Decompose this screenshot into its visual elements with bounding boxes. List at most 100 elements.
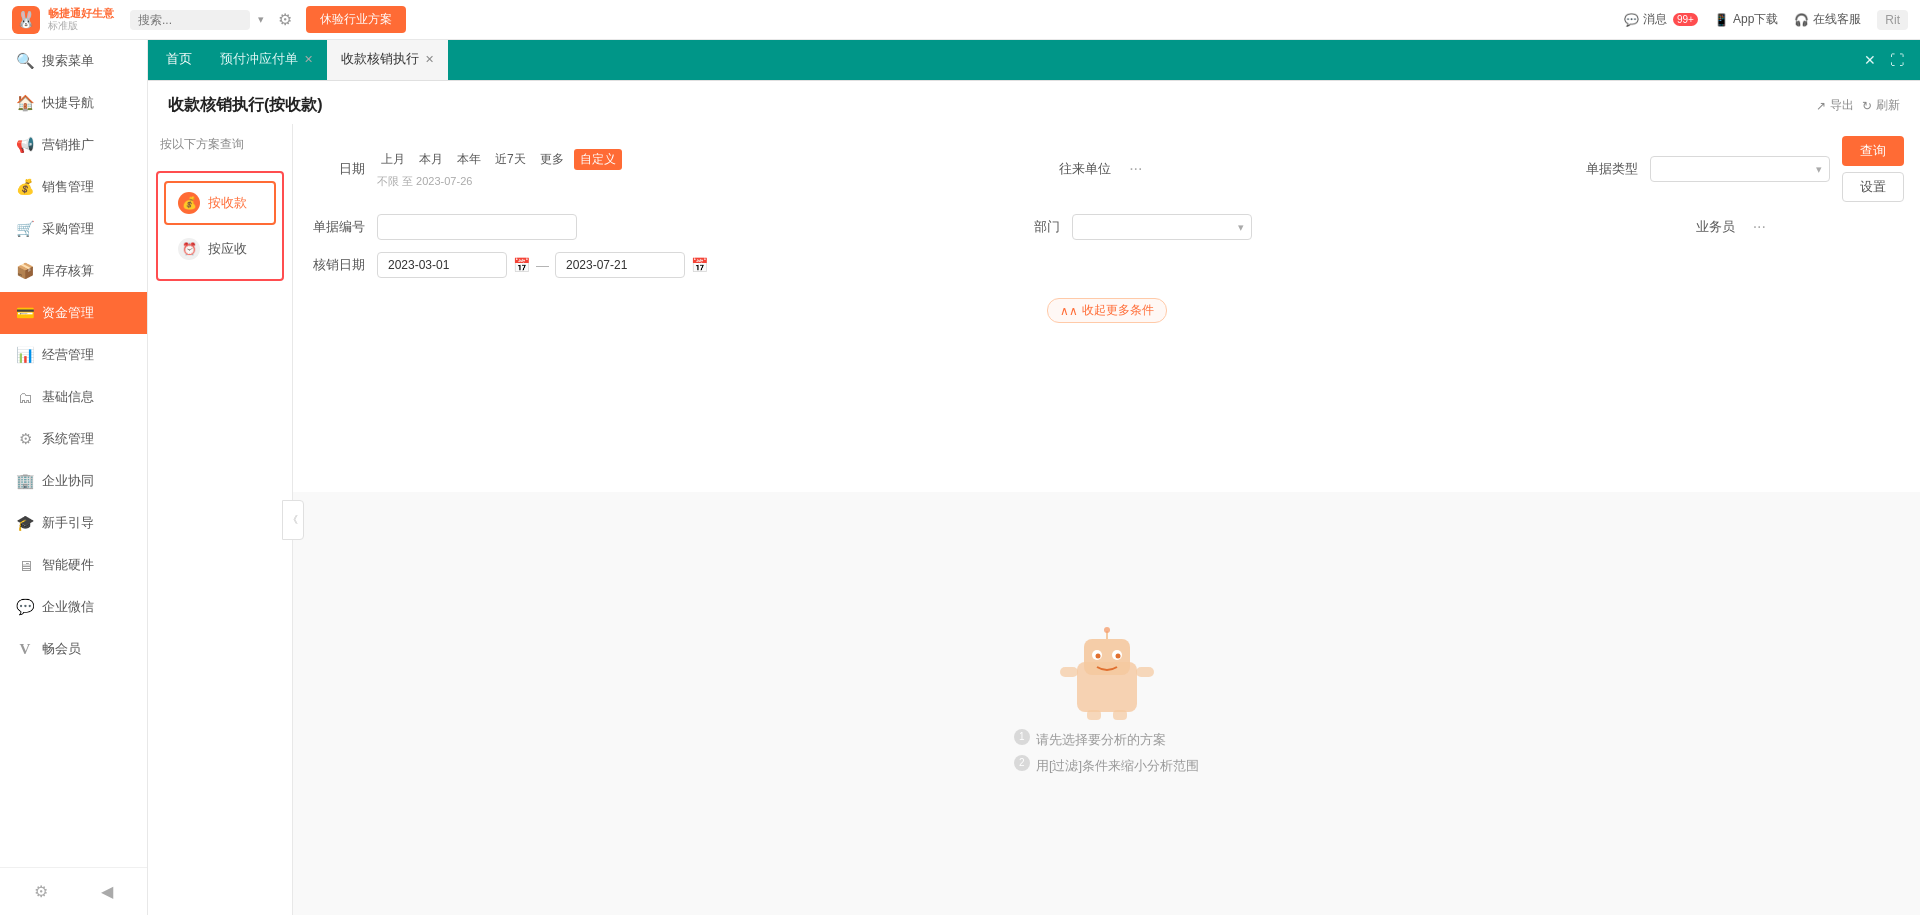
- tab-close-btn[interactable]: ✕: [1860, 48, 1880, 72]
- cart-icon: 🛒: [16, 220, 34, 238]
- folder-icon: 🗂: [16, 389, 34, 406]
- chevron-down-icon[interactable]: ▾: [258, 13, 264, 26]
- sidebar-item-sales[interactable]: 💰 销售管理: [0, 166, 147, 208]
- page-actions: ↗ 导出 ↻ 刷新: [1816, 97, 1900, 114]
- dept-select-wrapper: [1072, 214, 1252, 240]
- empty-step-2: 2 用[过滤]条件来缩小分析范围: [1014, 753, 1199, 779]
- sidebar-item-member[interactable]: V 畅会员: [0, 628, 147, 670]
- sidebar-item-wechat[interactable]: 💬 企业微信: [0, 586, 147, 628]
- date-btn-this-month[interactable]: 本月: [415, 149, 447, 170]
- dept-label: 部门: [1004, 218, 1060, 236]
- building-icon: 🏢: [16, 472, 34, 490]
- user-info[interactable]: Rit: [1877, 10, 1908, 30]
- sidebar-label-wechat: 企业微信: [42, 598, 94, 616]
- sidebar-item-system[interactable]: ⚙ 系统管理: [0, 418, 147, 460]
- date-btn-more[interactable]: 更多: [536, 149, 568, 170]
- doc-type-select[interactable]: [1650, 156, 1830, 182]
- verify-date-end[interactable]: [555, 252, 685, 278]
- sidebar-collapse-btn[interactable]: ◀: [93, 878, 121, 905]
- money-icon: 💰: [16, 178, 34, 196]
- sidebar-label-sales: 销售管理: [42, 178, 94, 196]
- sidebar-item-finance[interactable]: 💳 资金管理: [0, 292, 147, 334]
- date-btn-last-month[interactable]: 上月: [377, 149, 409, 170]
- search-input[interactable]: [130, 10, 250, 30]
- query-area: 日期 上月 本月 本年 近7天 更多 自定义 不限 至 2023-07-26: [293, 124, 1920, 492]
- staff-dots-btn[interactable]: ···: [1747, 216, 1772, 238]
- refresh-btn[interactable]: ↻ 刷新: [1862, 97, 1900, 114]
- tab-home[interactable]: 首页: [152, 40, 206, 80]
- filter-panel-collapse-btn[interactable]: 《: [282, 500, 304, 540]
- sidebar-item-quicknav[interactable]: 🏠 快捷导航: [0, 82, 147, 124]
- filter-panel-header: 按以下方案查询: [148, 136, 292, 163]
- sidebar-item-operations[interactable]: 📊 经营管理: [0, 334, 147, 376]
- date-label: 日期: [309, 160, 365, 178]
- sidebar-item-purchase[interactable]: 🛒 采购管理: [0, 208, 147, 250]
- doc-type-select-wrapper: [1650, 156, 1830, 182]
- sidebar-label-finance: 资金管理: [42, 304, 94, 322]
- gear-icon[interactable]: ⚙: [272, 10, 298, 29]
- date-btn-custom[interactable]: 自定义: [574, 149, 622, 170]
- tab-prepay-close[interactable]: ✕: [304, 54, 313, 65]
- sidebar-item-search[interactable]: 🔍 搜索菜单: [0, 40, 147, 82]
- empty-step-2-label: 用[过滤]条件来缩小分析范围: [1036, 753, 1199, 779]
- sidebar-item-beginner[interactable]: 🎓 新手引导: [0, 502, 147, 544]
- verify-date-start[interactable]: [377, 252, 507, 278]
- query-row-2: 单据编号 部门 业务员 ···: [309, 214, 1904, 240]
- tab-collection-close[interactable]: ✕: [425, 54, 434, 65]
- sidebar-label-marketing: 营销推广: [42, 136, 94, 154]
- tab-collection[interactable]: 收款核销执行 ✕: [327, 40, 448, 80]
- monitor-icon: 🖥: [16, 557, 34, 574]
- sidebar-label-beginner: 新手引导: [42, 514, 94, 532]
- tab-expand-btn[interactable]: ⛶: [1886, 48, 1908, 72]
- sidebar-item-marketing[interactable]: 📢 营销推广: [0, 124, 147, 166]
- calendar-start-icon[interactable]: 📅: [513, 257, 530, 273]
- tab-prepay-label: 预付冲应付单: [220, 50, 298, 68]
- counterpart-dots-btn[interactable]: ···: [1123, 158, 1148, 180]
- message-action[interactable]: 💬 消息 99+: [1624, 11, 1698, 28]
- wechat-icon: 💬: [16, 598, 34, 616]
- filter-by-receivable[interactable]: ⏰ 按应收: [164, 227, 276, 271]
- svg-point-5: [1115, 654, 1120, 659]
- filter-by-collection[interactable]: 💰 按收款: [164, 181, 276, 225]
- sidebar-settings-btn[interactable]: ⚙: [26, 878, 56, 905]
- topbar-left: 🐰 畅捷通好生意 标准版 ▾ ⚙ 休验行业方案: [12, 6, 1624, 34]
- chart-icon: 📊: [16, 346, 34, 364]
- message-badge: 99+: [1673, 13, 1698, 26]
- app-download-action[interactable]: 📱 App下载: [1714, 11, 1778, 28]
- customer-service-action[interactable]: 🎧 在线客服: [1794, 11, 1861, 28]
- collapse-btn-label: 收起更多条件: [1082, 302, 1154, 319]
- sidebar-label-member: 畅会员: [42, 640, 81, 658]
- export-btn[interactable]: ↗ 导出: [1816, 97, 1854, 114]
- sidebar-label-enterprise: 企业协同: [42, 472, 94, 490]
- collapse-conditions-btn[interactable]: ∧∧ 收起更多条件: [1047, 298, 1167, 323]
- main-layout: 🔍 搜索菜单 🏠 快捷导航 📢 营销推广 💰 销售管理 🛒 采购管理 📦 库存核…: [0, 40, 1920, 915]
- date-shortcuts: 上月 本月 本年 近7天 更多 自定义: [377, 149, 622, 170]
- settings-btn[interactable]: 设置: [1842, 172, 1904, 202]
- doc-no-input[interactable]: [377, 214, 577, 240]
- tab-prepay[interactable]: 预付冲应付单 ✕: [206, 40, 327, 80]
- phone-icon: 📱: [1714, 13, 1729, 27]
- empty-illustration: [1052, 627, 1162, 727]
- date-btn-this-year[interactable]: 本年: [453, 149, 485, 170]
- sidebar-label-quicknav: 快捷导航: [42, 94, 94, 112]
- tabbar: 首页 预付冲应付单 ✕ 收款核销执行 ✕ ✕ ⛶: [148, 40, 1920, 81]
- query-row-1: 日期 上月 本月 本年 近7天 更多 自定义 不限 至 2023-07-26: [309, 136, 1904, 202]
- sidebar-item-inventory[interactable]: 📦 库存核算: [0, 250, 147, 292]
- dept-select[interactable]: [1072, 214, 1252, 240]
- sidebar-bottom: ⚙ ◀: [0, 867, 147, 915]
- industry-btn[interactable]: 休验行业方案: [306, 6, 406, 33]
- date-sub: 不限 至 2023-07-26: [377, 174, 622, 189]
- card-icon: 💳: [16, 304, 34, 322]
- box-icon: 📦: [16, 262, 34, 280]
- calendar-end-icon[interactable]: 📅: [691, 257, 708, 273]
- export-label: 导出: [1830, 97, 1854, 114]
- sidebar-item-enterprise[interactable]: 🏢 企业协同: [0, 460, 147, 502]
- svg-point-11: [1104, 627, 1110, 633]
- sidebar-item-hardware[interactable]: 🖥 智能硬件: [0, 544, 147, 586]
- right-area: 日期 上月 本月 本年 近7天 更多 自定义 不限 至 2023-07-26: [293, 124, 1920, 915]
- query-action-btns: 查询 设置: [1842, 136, 1904, 202]
- search-btn[interactable]: 查询: [1842, 136, 1904, 166]
- sidebar-item-basic[interactable]: 🗂 基础信息: [0, 376, 147, 418]
- date-btn-7days[interactable]: 近7天: [491, 149, 530, 170]
- refresh-label: 刷新: [1876, 97, 1900, 114]
